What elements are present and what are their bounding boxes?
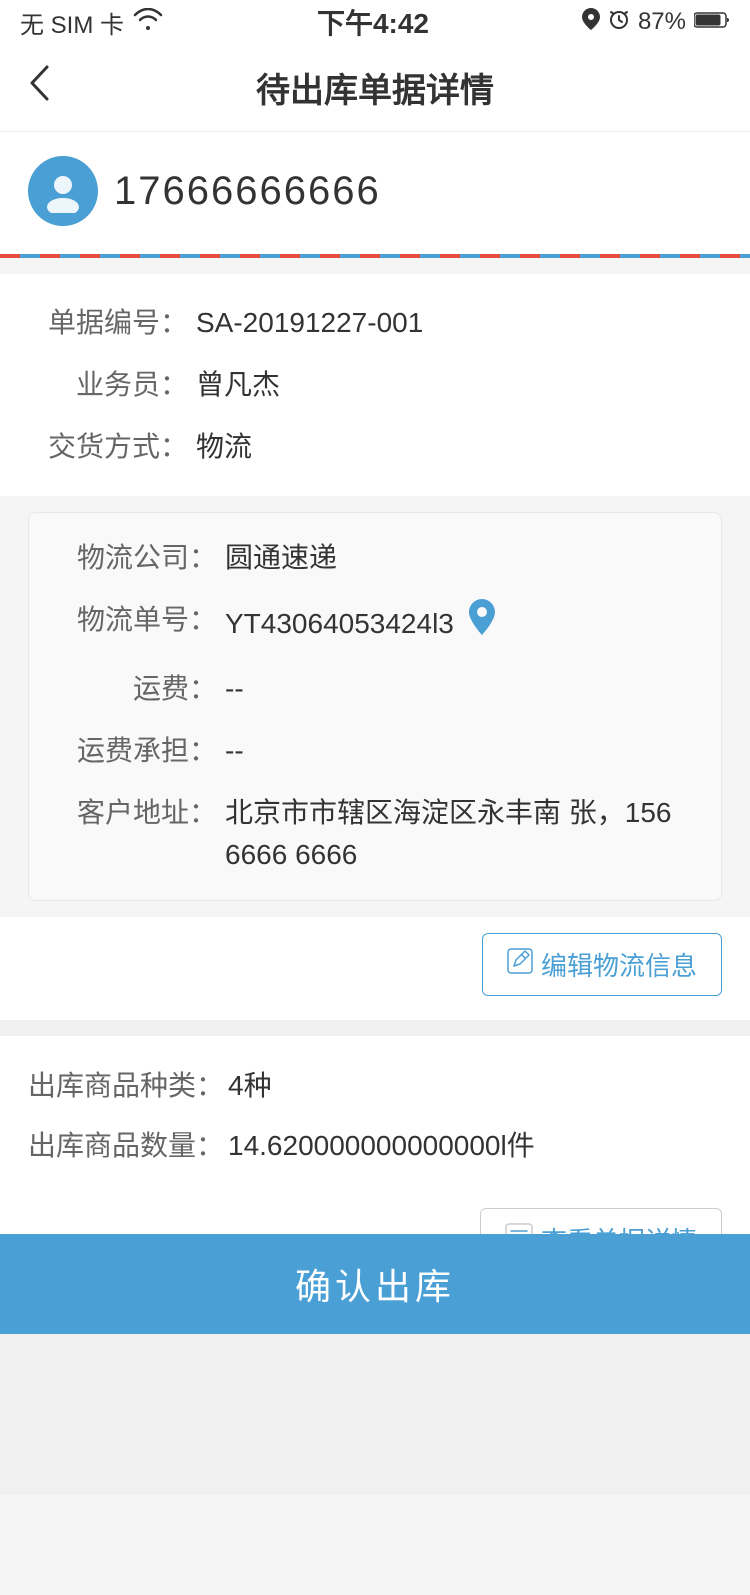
edit-icon <box>507 948 533 981</box>
status-left: 无 SIM 卡 <box>20 5 164 40</box>
alarm-icon <box>608 8 630 37</box>
back-button[interactable] <box>28 64 50 111</box>
tracking-location-icon[interactable] <box>466 599 498 648</box>
address-label: 客户地址： <box>57 792 217 834</box>
product-types-value: 4种 <box>228 1064 272 1104</box>
product-section: 出库商品种类： 4种 出库商品数量： 14.620000000000000l件 <box>0 1036 750 1192</box>
status-bar: 无 SIM 卡 下午4:42 87% <box>0 0 750 44</box>
page-title: 待出库单据详情 <box>256 63 494 112</box>
product-types-label: 出库商品种类： <box>28 1064 228 1104</box>
product-quantity-row: 出库商品数量： 14.620000000000000l件 <box>28 1124 722 1164</box>
nav-bar: 待出库单据详情 <box>0 44 750 132</box>
confirm-button-label: 确认出库 <box>295 1258 455 1310</box>
status-right: 87% <box>582 8 730 37</box>
battery-icon <box>694 8 730 36</box>
freight-label: 运费： <box>57 668 217 710</box>
user-phone: 17666666666 <box>114 169 381 214</box>
edit-logistics-label: 编辑物流信息 <box>541 946 697 983</box>
tracking-no-value: YT43064053424l3 <box>225 599 693 648</box>
address-value: 北京市市辖区海淀区永丰南 张，156 6666 6666 <box>225 792 693 876</box>
tracking-no-row: 物流单号： YT43064053424l3 <box>57 599 693 648</box>
dashed-separator <box>0 250 750 258</box>
address-row: 客户地址： 北京市市辖区海淀区永丰南 张，156 6666 6666 <box>57 792 693 876</box>
product-quantity-value: 14.620000000000000l件 <box>228 1124 535 1164</box>
logistics-company-value: 圆通速递 <box>225 537 693 579</box>
confirm-bar[interactable]: 确认出库 <box>0 1234 750 1334</box>
product-types-row: 出库商品种类： 4种 <box>28 1064 722 1104</box>
doc-no-label: 单据编号： <box>28 302 188 344</box>
section-divider-1 <box>0 1020 750 1036</box>
avatar <box>28 156 98 226</box>
user-header: 17666666666 <box>0 132 750 250</box>
freight-value: -- <box>225 668 693 710</box>
freight-row: 运费： -- <box>57 668 693 710</box>
status-time: 下午4:42 <box>317 2 429 42</box>
doc-no-value: SA-20191227-001 <box>196 302 722 344</box>
staff-label: 业务员： <box>28 364 188 406</box>
doc-no-row: 单据编号： SA-20191227-001 <box>28 302 722 344</box>
delivery-method-value: 物流 <box>196 426 722 468</box>
carrier-text: 无 SIM 卡 <box>20 5 124 40</box>
logistics-company-row: 物流公司： 圆通速递 <box>57 537 693 579</box>
edit-btn-row: 编辑物流信息 <box>0 917 750 1020</box>
freight-bearer-row: 运费承担： -- <box>57 730 693 772</box>
main-content: 17666666666 单据编号： SA-20191227-001 业务员： 曾… <box>0 132 750 1595</box>
base-info-section: 单据编号： SA-20191227-001 业务员： 曾凡杰 交货方式： 物流 <box>0 274 750 496</box>
freight-bearer-value: -- <box>225 730 693 772</box>
logistics-company-label: 物流公司： <box>57 537 217 579</box>
tracking-no-label: 物流单号： <box>57 599 217 641</box>
wifi-icon <box>132 8 164 37</box>
delivery-method-row: 交货方式： 物流 <box>28 426 722 468</box>
delivery-method-label: 交货方式： <box>28 426 188 468</box>
edit-logistics-button[interactable]: 编辑物流信息 <box>482 933 722 996</box>
location-icon <box>582 8 600 37</box>
logistics-card: 物流公司： 圆通速递 物流单号： YT43064053424l3 运费： -- … <box>28 512 722 901</box>
battery-text: 87% <box>638 8 686 36</box>
staff-value: 曾凡杰 <box>196 364 722 406</box>
staff-row: 业务员： 曾凡杰 <box>28 364 722 406</box>
freight-bearer-label: 运费承担： <box>57 730 217 772</box>
product-quantity-label: 出库商品数量： <box>28 1124 228 1164</box>
